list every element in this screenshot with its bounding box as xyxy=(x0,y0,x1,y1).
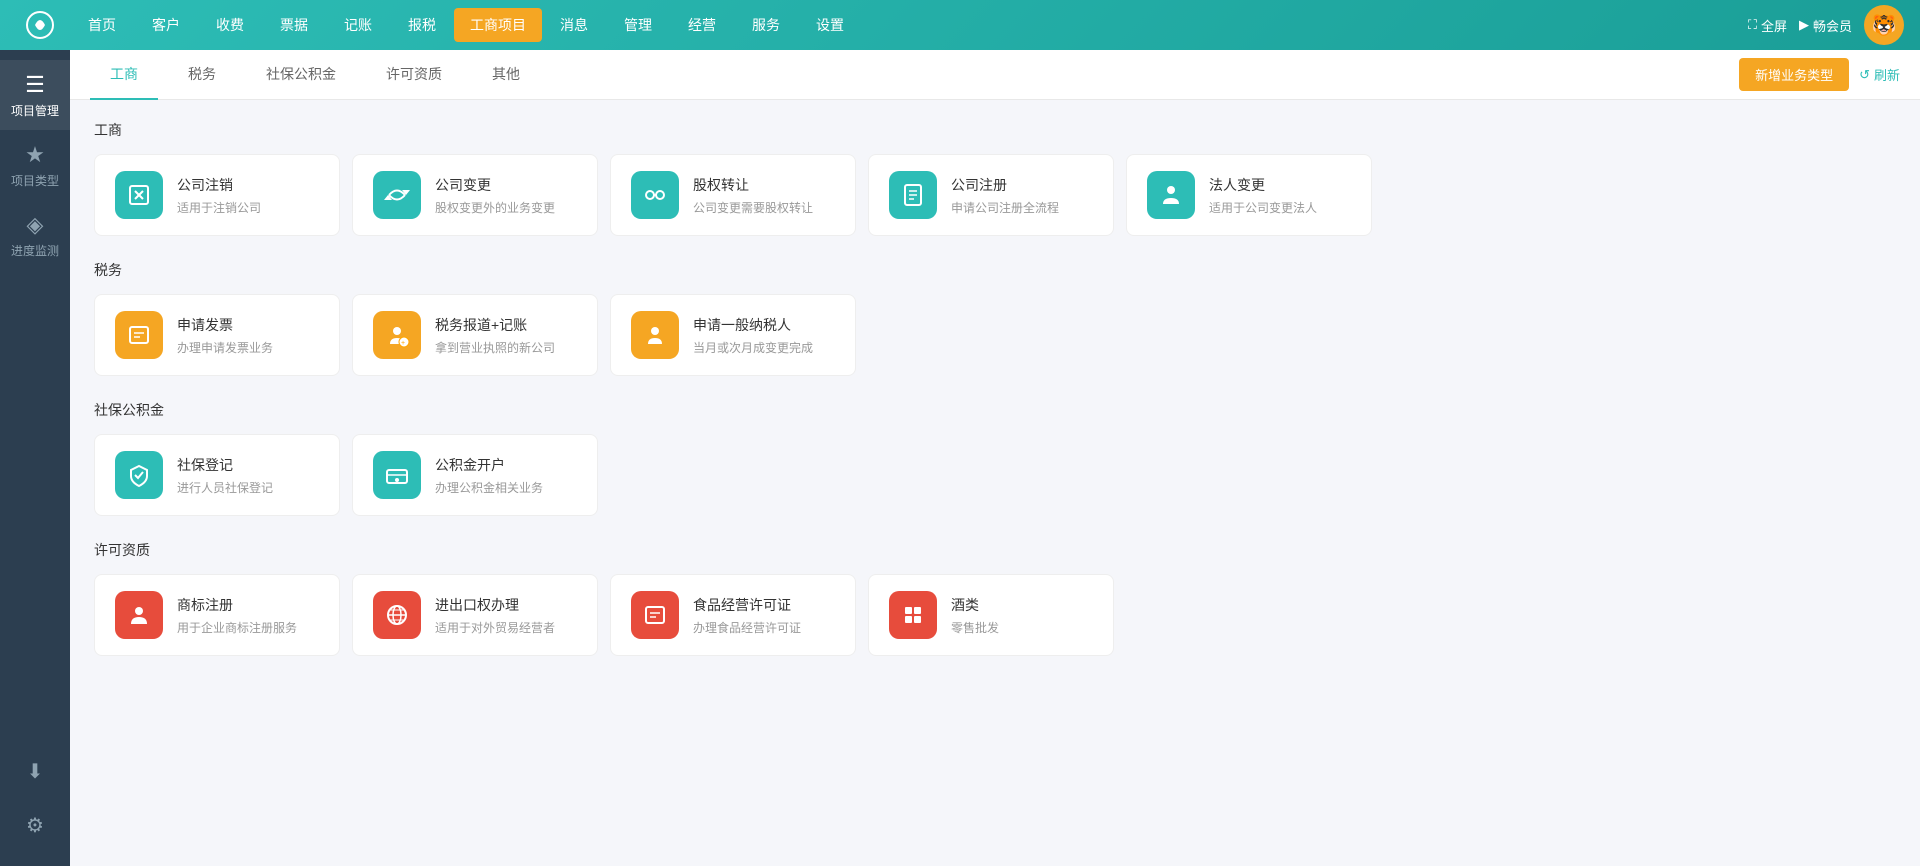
section-title-shebao: 社保公积金 xyxy=(94,400,1896,420)
sidebar: ☰ 项目管理 ★ 项目类型 ◈ 进度监测 ⬇ ⚙ xyxy=(0,50,70,866)
nav-biz[interactable]: 工商项目 xyxy=(454,8,542,42)
card-icon-invoice xyxy=(115,311,163,359)
card-provident-fund[interactable]: 公积金开户 办理公积金相关业务 xyxy=(352,434,598,516)
card-company-change[interactable]: 公司变更 股权变更外的业务变更 xyxy=(352,154,598,236)
cards-shebao: 社保登记 进行人员社保登记 公积金 xyxy=(94,434,1896,516)
nav-home[interactable]: 首页 xyxy=(70,0,134,50)
cards-gongshang: 公司注销 适用于注销公司 xyxy=(94,154,1896,236)
mascot-icon[interactable]: 🐯 xyxy=(1864,5,1904,45)
nav-settings[interactable]: 设置 xyxy=(798,0,862,50)
card-text-food: 食品经营许可证 办理食品经营许可证 xyxy=(693,595,801,636)
nav-invoice[interactable]: 票据 xyxy=(262,0,326,50)
sidebar-bottom: ⬇ ⚙ xyxy=(0,746,70,866)
card-icon-trademark xyxy=(115,591,163,639)
content-area: 工商 税务 社保公积金 许可资质 其他 新增业务类型 ↺ 刷新 工商 xyxy=(70,50,1920,866)
card-company-cancel[interactable]: 公司注销 适用于注销公司 xyxy=(94,154,340,236)
tab-shebao[interactable]: 社保公积金 xyxy=(246,50,356,100)
monitor-icon: ◈ xyxy=(27,212,44,238)
card-trademark[interactable]: 商标注册 用于企业商标注册服务 xyxy=(94,574,340,656)
scroll-content[interactable]: 工商 公司注销 适用于注销公司 xyxy=(70,100,1920,866)
card-icon-tax-report: + xyxy=(373,311,421,359)
svg-text:+: + xyxy=(401,340,405,347)
cards-shuiwu: 申请发票 办理申请发票业务 + xyxy=(94,294,1896,376)
card-text-change: 公司变更 股权变更外的业务变更 xyxy=(435,175,555,216)
tab-bar: 工商 税务 社保公积金 许可资质 其他 新增业务类型 ↺ 刷新 xyxy=(70,50,1920,100)
sidebar-item-progress[interactable]: ◈ 进度监测 xyxy=(0,200,70,270)
card-text-invoice: 申请发票 办理申请发票业务 xyxy=(177,315,273,356)
nav-service[interactable]: 服务 xyxy=(734,0,798,50)
card-text-trademark: 商标注册 用于企业商标注册服务 xyxy=(177,595,297,636)
section-shebao: 社保公积金 社保登记 进行人员社保登记 xyxy=(94,400,1896,516)
nav-operation[interactable]: 经营 xyxy=(670,0,734,50)
card-icon-taxpayer xyxy=(631,311,679,359)
card-tax-report[interactable]: + 税务报道+记账 拿到营业执照的新公司 xyxy=(352,294,598,376)
add-type-button[interactable]: 新增业务类型 xyxy=(1739,58,1849,91)
nav-right: ⛶ 全屏 ▶ 畅会员 🐯 xyxy=(1748,5,1920,45)
refresh-button[interactable]: ↺ 刷新 xyxy=(1859,65,1900,84)
card-taxpayer-apply[interactable]: 申请一般纳税人 当月或次月成变更完成 xyxy=(610,294,856,376)
card-text-liquor: 酒类 零售批发 xyxy=(951,595,999,636)
card-icon-legal xyxy=(1147,171,1195,219)
card-text-import-export: 进出口权办理 适用于对外贸易经营者 xyxy=(435,595,555,636)
card-text-register: 公司注册 申请公司注册全流程 xyxy=(951,175,1059,216)
cards-zizhi: 商标注册 用于企业商标注册服务 xyxy=(94,574,1896,656)
top-nav: 首页 客户 收费 票据 记账 报税 工商项目 消息 管理 经营 服务 设置 ⛶ … xyxy=(0,0,1920,50)
card-text-social: 社保登记 进行人员社保登记 xyxy=(177,455,273,496)
card-social-insurance[interactable]: 社保登记 进行人员社保登记 xyxy=(94,434,340,516)
tab-shuiwu[interactable]: 税务 xyxy=(168,50,236,100)
section-gongshang: 工商 公司注销 适用于注销公司 xyxy=(94,120,1896,236)
nav-message[interactable]: 消息 xyxy=(542,0,606,50)
card-icon-food xyxy=(631,591,679,639)
card-text-equity: 股权转让 公司变更需要股权转让 xyxy=(693,175,813,216)
card-company-register[interactable]: 公司注册 申请公司注册全流程 xyxy=(868,154,1114,236)
card-invoice-apply[interactable]: 申请发票 办理申请发票业务 xyxy=(94,294,340,376)
card-icon-liquor xyxy=(889,591,937,639)
refresh-icon: ↺ xyxy=(1859,67,1870,83)
card-liquor[interactable]: 酒类 零售批发 xyxy=(868,574,1114,656)
nav-fee[interactable]: 收费 xyxy=(198,0,262,50)
card-legal-change[interactable]: 法人变更 适用于公司变更法人 xyxy=(1126,154,1372,236)
card-icon-cancel xyxy=(115,171,163,219)
tab-actions: 新增业务类型 ↺ 刷新 xyxy=(1739,58,1900,91)
card-icon-change xyxy=(373,171,421,219)
card-icon-social xyxy=(115,451,163,499)
sidebar-item-project-type[interactable]: ★ 项目类型 xyxy=(0,130,70,200)
section-title-gongshang: 工商 xyxy=(94,120,1896,140)
tab-zizhi[interactable]: 许可资质 xyxy=(366,50,462,100)
section-title-shuiwu: 税务 xyxy=(94,260,1896,280)
card-text-cancel: 公司注销 适用于注销公司 xyxy=(177,175,261,216)
section-shuiwu: 税务 申请发票 办理申请发票业务 xyxy=(94,260,1896,376)
card-food-license[interactable]: 食品经营许可证 办理食品经营许可证 xyxy=(610,574,856,656)
fullscreen-icon: ⛶ xyxy=(1748,17,1757,33)
sidebar-item-project-manage[interactable]: ☰ 项目管理 xyxy=(0,60,70,130)
vip-icon: ▶ xyxy=(1799,17,1809,33)
card-text-taxpayer: 申请一般纳税人 当月或次月成变更完成 xyxy=(693,315,813,356)
tab-other[interactable]: 其他 xyxy=(472,50,540,100)
nav-manage[interactable]: 管理 xyxy=(606,0,670,50)
section-zizhi: 许可资质 商标注册 用于企业商标注册服务 xyxy=(94,540,1896,656)
nav-items: 首页 客户 收费 票据 记账 报税 工商项目 消息 管理 经营 服务 设置 xyxy=(70,0,1748,50)
card-icon-equity xyxy=(631,171,679,219)
download-icon[interactable]: ⬇ xyxy=(0,746,70,796)
section-title-zizhi: 许可资质 xyxy=(94,540,1896,560)
card-icon-provident xyxy=(373,451,421,499)
card-import-export[interactable]: 进出口权办理 适用于对外贸易经营者 xyxy=(352,574,598,656)
card-equity-transfer[interactable]: 股权转让 公司变更需要股权转让 xyxy=(610,154,856,236)
card-text-legal: 法人变更 适用于公司变更法人 xyxy=(1209,175,1317,216)
tab-gongshang[interactable]: 工商 xyxy=(90,50,158,100)
logo-icon xyxy=(10,0,70,50)
list-icon: ☰ xyxy=(25,72,45,98)
fullscreen-button[interactable]: ⛶ 全屏 xyxy=(1748,16,1787,35)
card-text-tax-report: 税务报道+记账 拿到营业执照的新公司 xyxy=(435,315,555,356)
star-icon: ★ xyxy=(25,142,45,168)
nav-client[interactable]: 客户 xyxy=(134,0,198,50)
card-icon-import-export xyxy=(373,591,421,639)
vip-button[interactable]: ▶ 畅会员 xyxy=(1799,16,1852,35)
card-text-provident: 公积金开户 办理公积金相关业务 xyxy=(435,455,543,496)
main-layout: ☰ 项目管理 ★ 项目类型 ◈ 进度监测 ⬇ ⚙ 工商 税务 社保公积金 许可资… xyxy=(0,50,1920,866)
nav-bookkeeping[interactable]: 记账 xyxy=(326,0,390,50)
card-icon-register xyxy=(889,171,937,219)
nav-tax[interactable]: 报税 xyxy=(390,0,454,50)
settings-icon[interactable]: ⚙ xyxy=(0,800,70,850)
